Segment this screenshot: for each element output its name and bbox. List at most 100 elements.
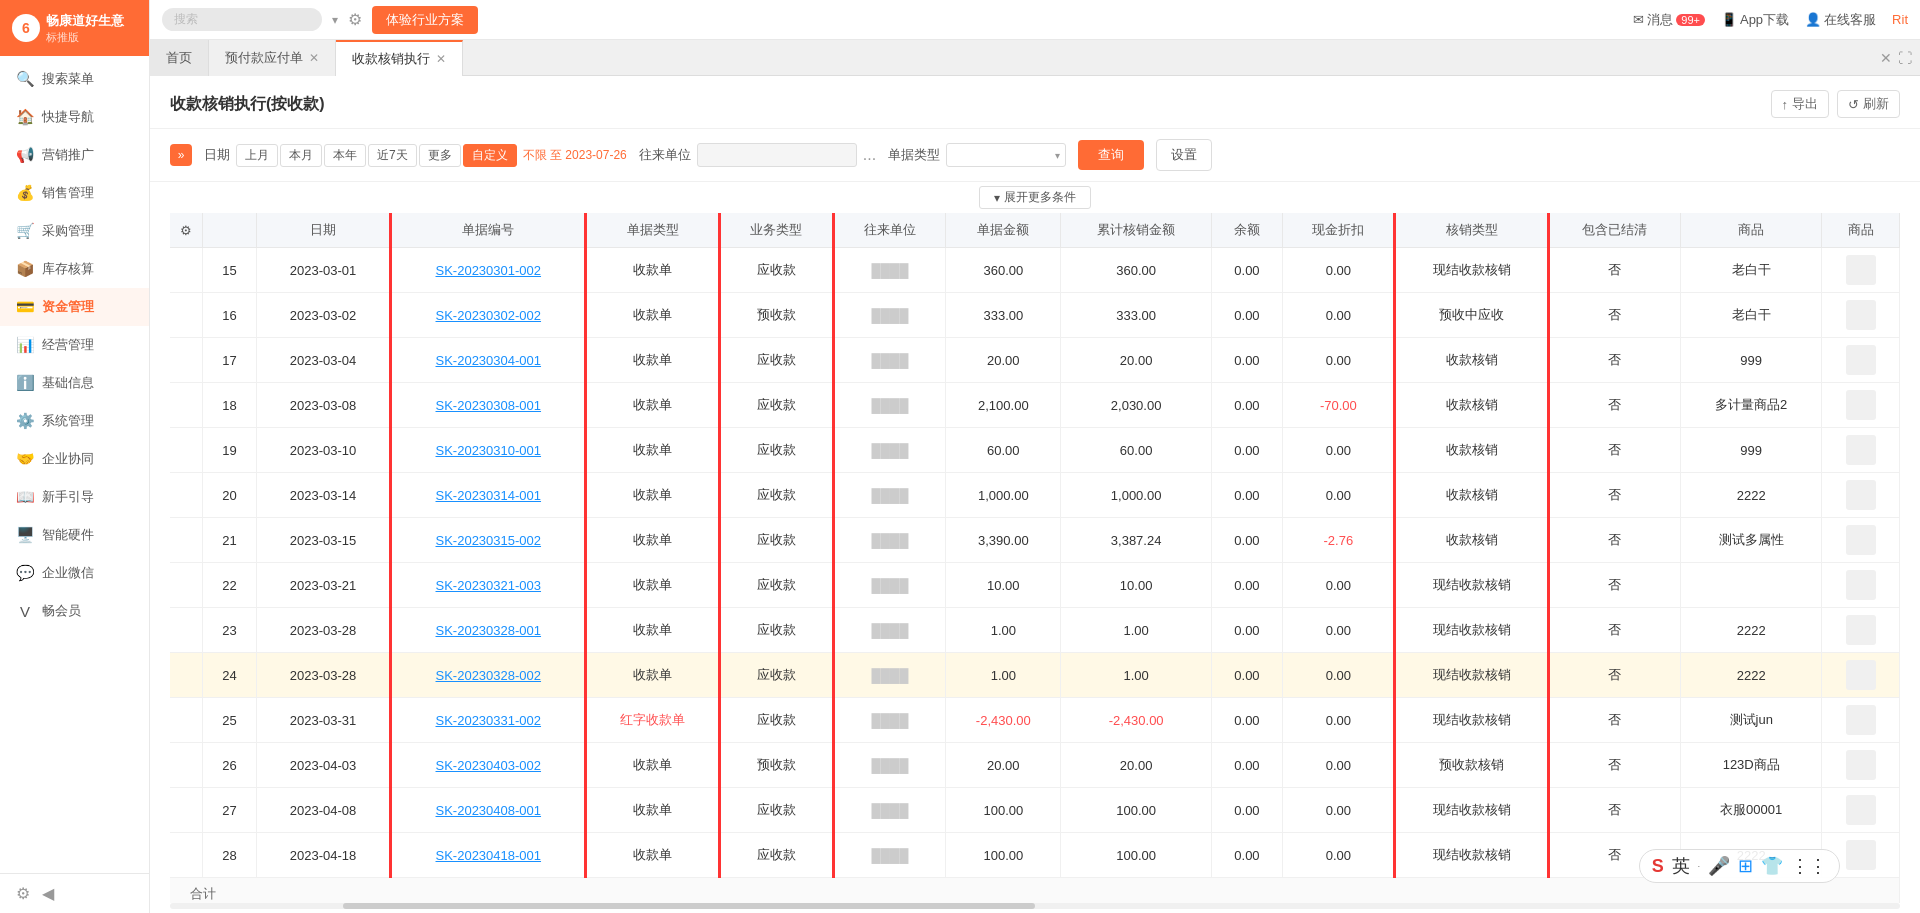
td-doc-no[interactable]: SK-20230328-002 [391, 653, 586, 698]
filter-query-button[interactable]: 查询 [1078, 140, 1144, 170]
td-doc-type: 收款单 [586, 743, 720, 788]
doc-no-link[interactable]: SK-20230408-001 [436, 803, 542, 818]
td-doc-no[interactable]: SK-20230331-002 [391, 698, 586, 743]
td-doc-no[interactable]: SK-20230328-001 [391, 608, 586, 653]
filter-expand-button[interactable]: » [170, 144, 192, 166]
ime-grid-icon[interactable]: ⊞ [1738, 855, 1753, 877]
filter-partner-input[interactable] [697, 143, 857, 167]
doc-no-link[interactable]: SK-20230301-002 [436, 263, 542, 278]
ime-text-icon[interactable]: 英 [1672, 854, 1690, 878]
td-product: 2222 [1680, 653, 1822, 698]
sidebar-item-wechat[interactable]: 💬 企业微信 [0, 554, 149, 592]
topbar-search[interactable]: 搜索 [162, 8, 322, 31]
horizontal-scrollbar[interactable] [343, 903, 1035, 909]
filter-this-year[interactable]: 本年 [324, 144, 366, 167]
export-button[interactable]: ↑ 导出 [1771, 90, 1830, 118]
filter-more[interactable]: 更多 [419, 144, 461, 167]
filter-partner-more[interactable]: ... [863, 146, 876, 164]
sidebar-item-sales[interactable]: 💰 销售管理 [0, 174, 149, 212]
td-product: 999 [1680, 428, 1822, 473]
doc-no-link[interactable]: SK-20230321-003 [436, 578, 542, 593]
sidebar-item-operations[interactable]: 📊 经营管理 [0, 326, 149, 364]
sidebar-item-basic-info[interactable]: ℹ️ 基础信息 [0, 364, 149, 402]
td-doc-no[interactable]: SK-20230418-001 [391, 833, 586, 878]
tab-receipt-verify-close[interactable]: ✕ [436, 52, 446, 66]
doc-no-link[interactable]: SK-20230314-001 [436, 488, 542, 503]
td-amount: -2,430.00 [946, 698, 1061, 743]
doc-no-link[interactable]: SK-20230308-001 [436, 398, 542, 413]
sidebar-item-marketing[interactable]: 📢 营销推广 [0, 136, 149, 174]
doc-no-link[interactable]: SK-20230328-002 [436, 668, 542, 683]
message-icon: ✉ [1633, 12, 1644, 27]
ime-logo[interactable]: S [1652, 856, 1664, 877]
th-settings[interactable]: ⚙ [170, 213, 203, 248]
doc-no-link[interactable]: SK-20230328-001 [436, 623, 542, 638]
td-cum-amount: 1.00 [1061, 608, 1211, 653]
system-icon: ⚙️ [16, 412, 34, 430]
tab-expand-icon[interactable]: ⛶ [1898, 50, 1912, 66]
doc-no-link[interactable]: SK-20230302-002 [436, 308, 542, 323]
doc-no-link[interactable]: SK-20230331-002 [436, 713, 542, 728]
td-doc-no[interactable]: SK-20230304-001 [391, 338, 586, 383]
collapse-icon[interactable]: ◀ [42, 884, 54, 903]
sidebar-item-search[interactable]: 🔍 搜索菜单 [0, 60, 149, 98]
td-doc-no[interactable]: SK-20230310-001 [391, 428, 586, 473]
td-doc-no[interactable]: SK-20230308-001 [391, 383, 586, 428]
topbar-dropdown-arrow[interactable]: ▾ [332, 13, 338, 27]
td-doc-type: 收款单 [586, 428, 720, 473]
ime-menu-icon[interactable]: ⋮⋮ [1791, 855, 1827, 877]
app-download-button[interactable]: 📱 App下载 [1721, 11, 1789, 29]
user-profile[interactable]: Rit [1892, 12, 1908, 27]
td-doc-no[interactable]: SK-20230301-002 [391, 248, 586, 293]
sidebar-item-enterprise[interactable]: 🤝 企业协同 [0, 440, 149, 478]
sidebar-item-quick-nav[interactable]: 🏠 快捷导航 [0, 98, 149, 136]
td-doc-no[interactable]: SK-20230315-002 [391, 518, 586, 563]
td-verify-type: 现结收款核销 [1395, 653, 1548, 698]
filter-custom[interactable]: 自定义 [463, 144, 517, 167]
tab-home[interactable]: 首页 [150, 40, 209, 76]
refresh-button[interactable]: ↺ 刷新 [1837, 90, 1900, 118]
sidebar-item-system[interactable]: ⚙️ 系统管理 [0, 402, 149, 440]
th-amount: 单据金额 [946, 213, 1061, 248]
td-date: 2023-03-01 [256, 248, 390, 293]
topbar-gear-icon[interactable]: ⚙ [348, 10, 362, 29]
td-partner: ████ [833, 698, 945, 743]
tab-prepay-close[interactable]: ✕ [309, 51, 319, 65]
filter-doctype-select[interactable] [946, 143, 1066, 167]
td-biz-type: 预收款 [719, 293, 833, 338]
tab-prepay[interactable]: 预付款应付单 ✕ [209, 40, 336, 76]
tab-close-all-icon[interactable]: ✕ [1880, 50, 1892, 66]
ime-dot-icon[interactable]: · [1698, 862, 1700, 871]
filter-settings-button[interactable]: 设置 [1156, 139, 1212, 171]
filter-7days[interactable]: 近7天 [368, 144, 417, 167]
td-doc-no[interactable]: SK-20230321-003 [391, 563, 586, 608]
td-doc-no[interactable]: SK-20230408-001 [391, 788, 586, 833]
sidebar-item-hardware[interactable]: 🖥️ 智能硬件 [0, 516, 149, 554]
sidebar-item-inventory[interactable]: 📦 库存核算 [0, 250, 149, 288]
page: 收款核销执行(按收款) ↑ 导出 ↺ 刷新 » 日期 上月 本月 本 [150, 76, 1920, 913]
td-doc-no[interactable]: SK-20230314-001 [391, 473, 586, 518]
filter-this-month[interactable]: 本月 [280, 144, 322, 167]
ime-shirt-icon[interactable]: 👕 [1761, 855, 1783, 877]
message-button[interactable]: ✉ 消息 99+ [1633, 11, 1705, 29]
doc-no-link[interactable]: SK-20230403-002 [436, 758, 542, 773]
doc-no-link[interactable]: SK-20230304-001 [436, 353, 542, 368]
tab-receipt-verify[interactable]: 收款核销执行 ✕ [336, 40, 463, 76]
sidebar-item-guide[interactable]: 📖 新手引导 [0, 478, 149, 516]
solution-button[interactable]: 体验行业方案 [372, 6, 478, 34]
td-product-img [1822, 383, 1900, 428]
td-doc-no[interactable]: SK-20230403-002 [391, 743, 586, 788]
sidebar-item-member[interactable]: V 畅会员 [0, 592, 149, 630]
table-container[interactable]: ⚙ 日期 单据编号 单据类型 业务类型 往来单位 单据金额 累计核销金额 余额 … [150, 213, 1920, 903]
filter-last-month[interactable]: 上月 [236, 144, 278, 167]
sidebar-item-finance[interactable]: 💳 资金管理 [0, 288, 149, 326]
doc-no-link[interactable]: SK-20230418-001 [436, 848, 542, 863]
ime-mic-icon[interactable]: 🎤 [1708, 855, 1730, 877]
doc-no-link[interactable]: SK-20230310-001 [436, 443, 542, 458]
doc-no-link[interactable]: SK-20230315-002 [436, 533, 542, 548]
filter-expand-more-button[interactable]: ▾ 展开更多条件 [979, 186, 1091, 209]
settings-icon[interactable]: ⚙ [16, 884, 30, 903]
sidebar-item-purchase[interactable]: 🛒 采购管理 [0, 212, 149, 250]
online-service-button[interactable]: 👤 在线客服 [1805, 11, 1876, 29]
td-doc-no[interactable]: SK-20230302-002 [391, 293, 586, 338]
